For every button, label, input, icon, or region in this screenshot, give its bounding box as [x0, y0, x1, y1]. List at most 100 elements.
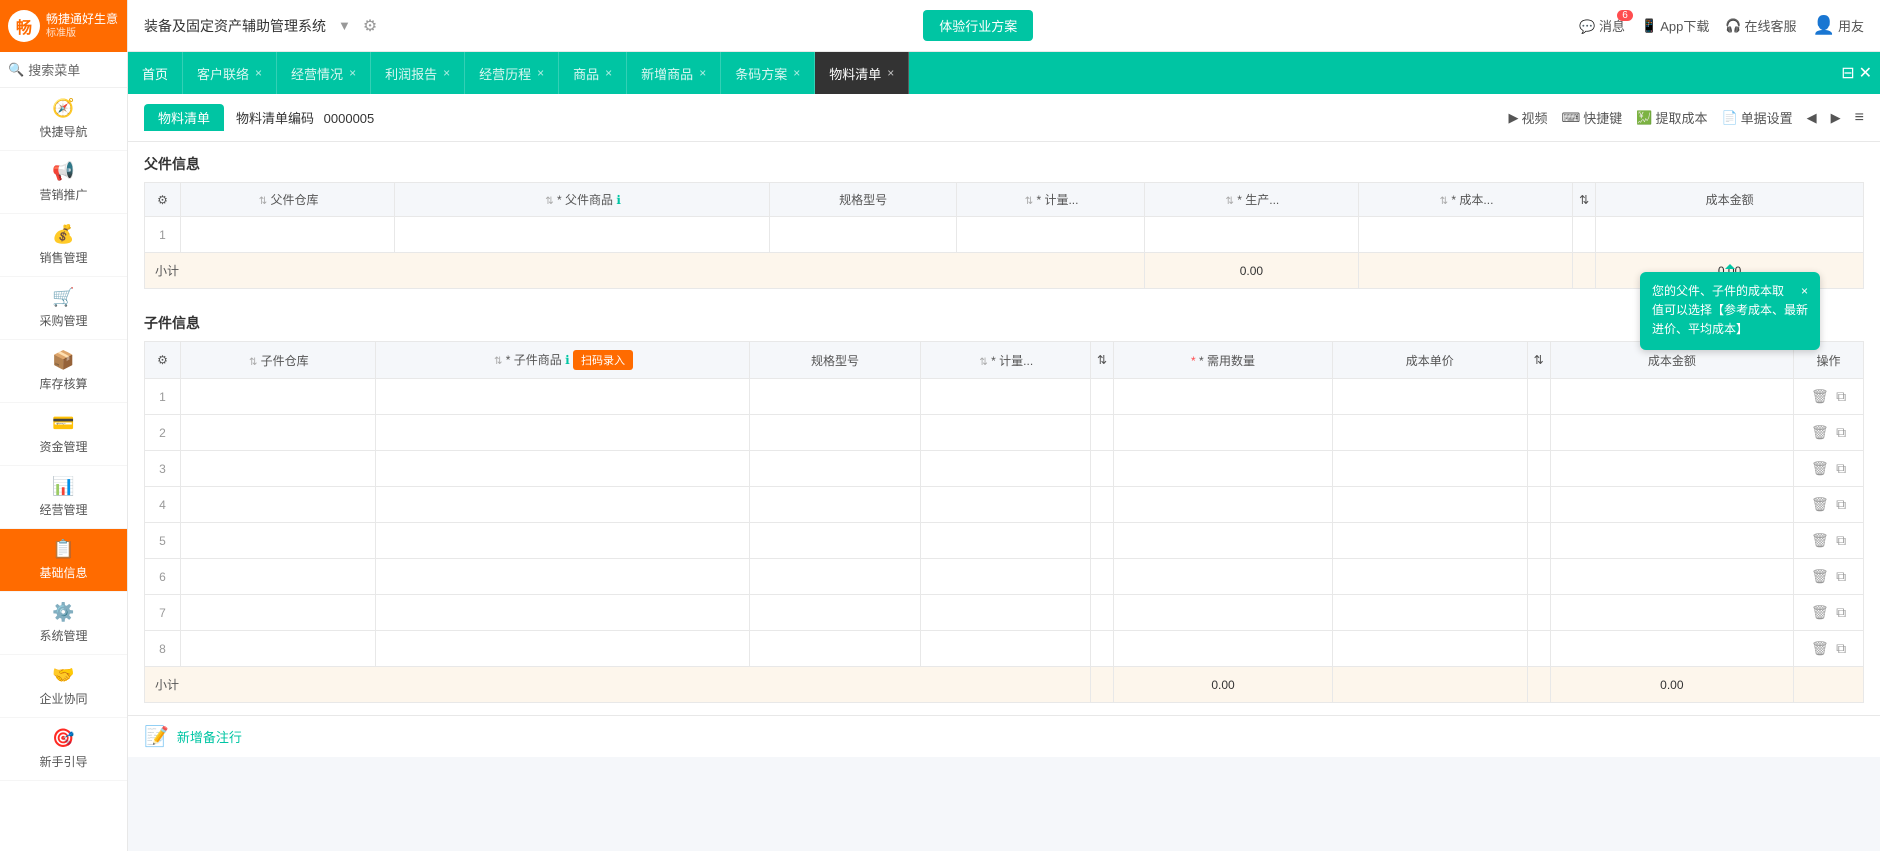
copy-icon-4[interactable]: ⧉: [1836, 532, 1846, 548]
copy-icon-1[interactable]: ⧉: [1836, 424, 1846, 440]
tab-close-all-icon[interactable]: ✕: [1859, 63, 1872, 83]
child-cost-amount-cell-0[interactable]: [1550, 379, 1793, 415]
child-unit-cell-4[interactable]: [920, 523, 1090, 559]
parent-unit-cell[interactable]: [957, 217, 1144, 253]
extract-cost-button[interactable]: 💹 提取成本: [1636, 108, 1707, 127]
child-warehouse-cell-4[interactable]: [181, 523, 376, 559]
child-product-cell-2[interactable]: [375, 451, 750, 487]
child-product-cell-3[interactable]: [375, 487, 750, 523]
child-warehouse-cell-2[interactable]: [181, 451, 376, 487]
copy-icon-2[interactable]: ⧉: [1836, 460, 1846, 476]
tab-home[interactable]: 首页: [128, 52, 183, 94]
delete-icon-7[interactable]: 🗑: [1811, 640, 1829, 656]
sidebar-item-enterprise[interactable]: 🤝 企业协同: [0, 655, 127, 718]
parent-gear-icon[interactable]: ⚙: [157, 193, 168, 207]
child-unit-cell-7[interactable]: [920, 631, 1090, 667]
child-unit-price-cell-7[interactable]: [1332, 631, 1527, 667]
single-setting-button[interactable]: 📄 单据设置: [1721, 108, 1792, 127]
child-quantity-cell-0[interactable]: [1114, 379, 1333, 415]
tab-close-product[interactable]: ×: [605, 66, 612, 80]
tab-bom[interactable]: 物料清单 ×: [815, 52, 909, 94]
delete-icon-4[interactable]: 🗑: [1811, 532, 1829, 548]
tab-operations-status[interactable]: 经营情况 ×: [277, 52, 371, 94]
child-quantity-cell-4[interactable]: [1114, 523, 1333, 559]
child-unit-price-cell-3[interactable]: [1332, 487, 1527, 523]
child-product-cell-7[interactable]: [375, 631, 750, 667]
tab-close-bom[interactable]: ×: [887, 66, 894, 80]
delete-icon-5[interactable]: 🗑: [1811, 568, 1829, 584]
child-cost-amount-cell-2[interactable]: [1550, 451, 1793, 487]
child-unit-cell-6[interactable]: [920, 595, 1090, 631]
settings-icon[interactable]: ⚙: [363, 16, 377, 36]
child-unit-price-cell-4[interactable]: [1332, 523, 1527, 559]
child-spec-cell-4[interactable]: [750, 523, 920, 559]
tab-operations-history[interactable]: 经营历程 ×: [465, 52, 559, 94]
child-unit-price-cell-0[interactable]: [1332, 379, 1527, 415]
parent-production-cell[interactable]: [1144, 217, 1358, 253]
child-spec-cell-1[interactable]: [750, 415, 920, 451]
sidebar-item-system[interactable]: ⚙️ 系统管理: [0, 592, 127, 655]
parent-product-cell[interactable]: [395, 217, 770, 253]
child-unit-price-cell-1[interactable]: [1332, 415, 1527, 451]
nav-next-icon[interactable]: ▶: [1831, 110, 1841, 126]
messages-button[interactable]: 💬 6 消息: [1579, 16, 1625, 35]
tab-expand-icon[interactable]: ⊟: [1841, 63, 1854, 83]
shortcut-button[interactable]: ⌨ 快捷键: [1561, 108, 1622, 127]
sidebar-item-purchase[interactable]: 🛒 采购管理: [0, 277, 127, 340]
copy-icon-7[interactable]: ⧉: [1836, 640, 1846, 656]
tab-customer[interactable]: 客户联络 ×: [183, 52, 277, 94]
product-help-icon[interactable]: ℹ: [616, 193, 621, 207]
video-button[interactable]: ▶ 视频: [1508, 108, 1547, 127]
sidebar-item-quick-nav[interactable]: 🧭 快捷导航: [0, 88, 127, 151]
delete-icon-6[interactable]: 🗑: [1811, 604, 1829, 620]
tab-close-operations-status[interactable]: ×: [349, 66, 356, 80]
sidebar-item-guide[interactable]: 🎯 新手引导: [0, 718, 127, 781]
child-product-cell-0[interactable]: [375, 379, 750, 415]
tab-close-profit[interactable]: ×: [443, 66, 450, 80]
tab-profit[interactable]: 利润报告 ×: [371, 52, 465, 94]
child-unit-cell-1[interactable]: [920, 415, 1090, 451]
delete-icon-3[interactable]: 🗑: [1811, 496, 1829, 512]
child-cost-amount-cell-5[interactable]: [1550, 559, 1793, 595]
child-cost-amount-cell-1[interactable]: [1550, 415, 1793, 451]
parent-spec-cell[interactable]: [769, 217, 956, 253]
child-warehouse-cell-0[interactable]: [181, 379, 376, 415]
child-unit-cell-5[interactable]: [920, 559, 1090, 595]
sidebar-item-inventory[interactable]: 📦 库存核算: [0, 340, 127, 403]
child-unit-cell-0[interactable]: [920, 379, 1090, 415]
child-spec-cell-5[interactable]: [750, 559, 920, 595]
child-warehouse-cell-6[interactable]: [181, 595, 376, 631]
copy-icon-5[interactable]: ⧉: [1836, 568, 1846, 584]
sidebar-item-operations[interactable]: 📊 经营管理: [0, 466, 127, 529]
app-download-button[interactable]: 📱 App下载: [1641, 16, 1709, 35]
child-unit-price-cell-6[interactable]: [1332, 595, 1527, 631]
child-quantity-cell-1[interactable]: [1114, 415, 1333, 451]
sidebar-search[interactable]: 🔍 搜索菜单: [0, 52, 127, 88]
child-gear-icon[interactable]: ⚙: [157, 353, 168, 367]
child-warehouse-cell-1[interactable]: [181, 415, 376, 451]
expand-icon[interactable]: ≡: [1855, 109, 1864, 127]
child-spec-cell-6[interactable]: [750, 595, 920, 631]
child-quantity-cell-5[interactable]: [1114, 559, 1333, 595]
tab-product[interactable]: 商品 ×: [559, 52, 627, 94]
tab-close-operations-history[interactable]: ×: [537, 66, 544, 80]
sub-tab-bom-list[interactable]: 物料清单: [144, 104, 224, 131]
child-spec-cell-0[interactable]: [750, 379, 920, 415]
add-note-icon[interactable]: 📝: [144, 724, 169, 749]
tab-barcode[interactable]: 条码方案 ×: [721, 52, 815, 94]
child-product-cell-6[interactable]: [375, 595, 750, 631]
delete-icon-0[interactable]: 🗑: [1811, 388, 1829, 404]
sidebar-item-sales[interactable]: 💰 销售管理: [0, 214, 127, 277]
child-unit-cell-2[interactable]: [920, 451, 1090, 487]
dropdown-arrow-icon[interactable]: ▼: [338, 18, 351, 33]
parent-cost-amount-cell[interactable]: [1596, 217, 1864, 253]
child-cost-amount-cell-7[interactable]: [1550, 631, 1793, 667]
child-unit-price-cell-5[interactable]: [1332, 559, 1527, 595]
child-quantity-cell-2[interactable]: [1114, 451, 1333, 487]
copy-icon-6[interactable]: ⧉: [1836, 604, 1846, 620]
child-product-help-icon[interactable]: ℹ: [565, 353, 570, 367]
tab-close-add-product[interactable]: ×: [699, 66, 706, 80]
copy-icon-0[interactable]: ⧉: [1836, 388, 1846, 404]
scan-button[interactable]: 扫码录入: [573, 350, 633, 370]
child-warehouse-cell-3[interactable]: [181, 487, 376, 523]
